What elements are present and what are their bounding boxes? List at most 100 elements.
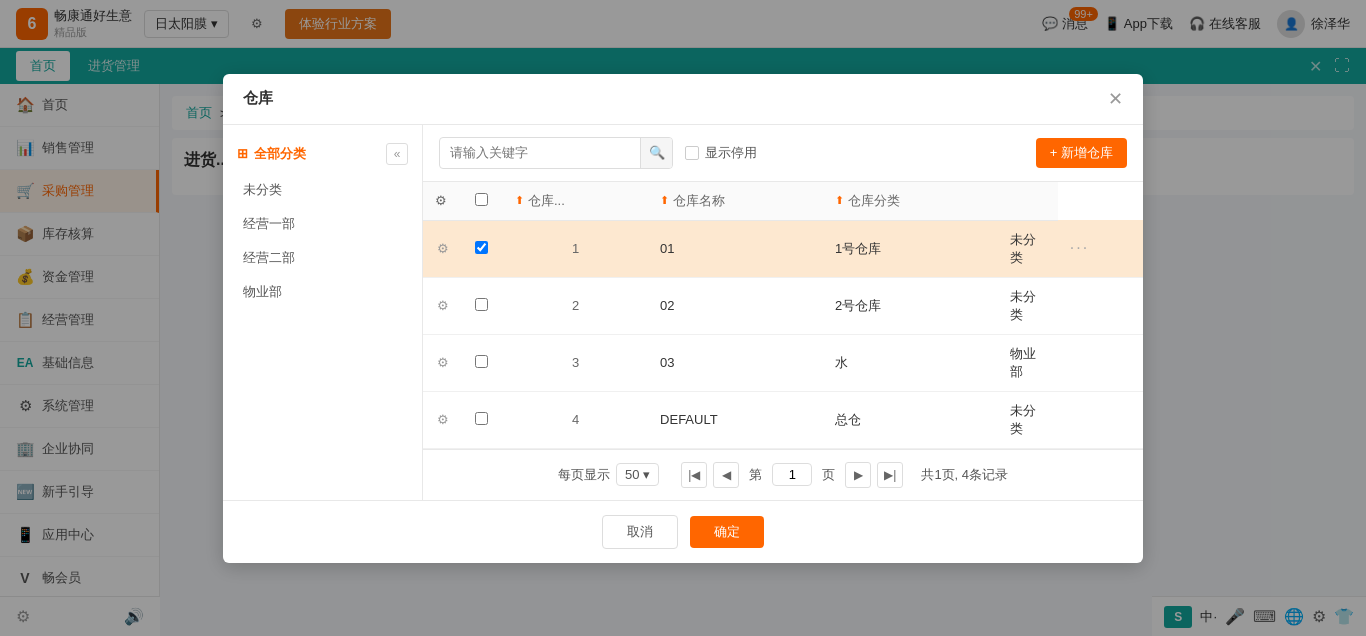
row-code: 02	[648, 277, 823, 334]
category-all-item[interactable]: ⊞ 全部分类	[237, 145, 306, 163]
confirm-button[interactable]: 确定	[690, 516, 764, 548]
modal-body: ⊞ 全部分类 « 未分类 经营一部 经营二部 物业部 🔍	[223, 125, 1143, 500]
row-category: 物业部	[998, 334, 1058, 391]
modal-footer: 取消 确定	[223, 500, 1143, 563]
row-code: 03	[648, 334, 823, 391]
page-number-input[interactable]	[772, 463, 812, 486]
category-item-ops2[interactable]: 经营二部	[223, 241, 422, 275]
row-category: 未分类	[998, 220, 1058, 277]
search-input[interactable]	[440, 145, 640, 160]
th-code-label: 仓库...	[528, 192, 565, 210]
warehouse-modal: 仓库 ✕ ⊞ 全部分类 « 未分类 经营一部 经营二部 物业部	[223, 74, 1143, 563]
row-code: DEFAULT	[648, 391, 823, 448]
modal-close-button[interactable]: ✕	[1108, 88, 1123, 110]
pagination-bar: 每页显示 50 ▾ |◀ ◀ 第 页 ▶ ▶| 共1页, 4条记录	[423, 449, 1143, 500]
row-name: 总仓	[823, 391, 998, 448]
row-gear-icon: ⚙	[437, 298, 449, 313]
table-row[interactable]: ⚙ 3 03 水 物业部	[423, 334, 1143, 391]
category-item-property[interactable]: 物业部	[223, 275, 422, 309]
th-name: ⬆ 仓库名称	[648, 182, 823, 221]
gear-header-icon: ⚙	[435, 193, 447, 208]
disabled-checkbox[interactable]	[685, 146, 699, 160]
add-warehouse-button[interactable]: + 新增仓库	[1036, 138, 1127, 168]
row-name: 1号仓库	[823, 220, 998, 277]
th-category: ⬆ 仓库分类	[823, 182, 998, 221]
modal-header: 仓库 ✕	[223, 74, 1143, 125]
cancel-button[interactable]: 取消	[602, 515, 678, 549]
table-header-row: ⚙ ⬆ 仓库... ⬆	[423, 182, 1143, 221]
category-item-ops1[interactable]: 经营一部	[223, 207, 422, 241]
warehouse-table-element: ⚙ ⬆ 仓库... ⬆	[423, 182, 1143, 449]
next-page-button[interactable]: ▶	[845, 462, 871, 488]
search-button[interactable]: 🔍	[640, 137, 672, 169]
show-disabled-checkbox[interactable]: 显示停用	[685, 144, 757, 162]
row-checkbox[interactable]	[475, 241, 488, 254]
prev-page-button[interactable]: ◀	[713, 462, 739, 488]
row-checkbox-cell	[463, 391, 503, 448]
row-checkbox-cell	[463, 277, 503, 334]
row-gear-icon: ⚙	[437, 412, 449, 427]
th-name-label: 仓库名称	[673, 192, 725, 210]
row-num: 2	[503, 277, 648, 334]
first-page-button[interactable]: |◀	[681, 462, 707, 488]
category-item-unclassified[interactable]: 未分类	[223, 173, 422, 207]
category-header: ⊞ 全部分类 «	[223, 135, 422, 173]
total-records-info: 共1页, 4条记录	[921, 466, 1008, 484]
th-gear: ⚙	[423, 182, 463, 221]
category-all-label: 全部分类	[254, 145, 306, 163]
row-code: 01	[648, 220, 823, 277]
show-disabled-label: 显示停用	[705, 144, 757, 162]
row-category: 未分类	[998, 391, 1058, 448]
th-category-label: 仓库分类	[848, 192, 900, 210]
row-more: ···	[1058, 220, 1143, 277]
row-more	[1058, 334, 1143, 391]
table-row[interactable]: ⚙ 2 02 2号仓库 未分类	[423, 277, 1143, 334]
toolbar-left: 🔍 显示停用	[439, 137, 757, 169]
per-page-value: 50	[625, 467, 639, 482]
warehouse-content-panel: 🔍 显示停用 + 新增仓库 ⚙	[423, 125, 1143, 500]
per-page-selector: 每页显示 50 ▾	[558, 463, 659, 486]
row-num: 4	[503, 391, 648, 448]
collapse-category-button[interactable]: «	[386, 143, 408, 165]
per-page-label: 每页显示	[558, 466, 610, 484]
sort-icon-name: ⬆	[660, 194, 669, 207]
select-all-checkbox[interactable]	[475, 193, 488, 206]
warehouse-table: ⚙ ⬆ 仓库... ⬆	[423, 182, 1143, 449]
row-checkbox[interactable]	[475, 298, 488, 311]
per-page-select[interactable]: 50 ▾	[616, 463, 659, 486]
row-name: 水	[823, 334, 998, 391]
category-panel: ⊞ 全部分类 « 未分类 经营一部 经营二部 物业部	[223, 125, 423, 500]
modal-title: 仓库	[243, 89, 273, 108]
th-code: ⬆ 仓库...	[503, 182, 648, 221]
row-gear-cell: ⚙	[423, 277, 463, 334]
row-category: 未分类	[998, 277, 1058, 334]
row-checkbox-cell	[463, 220, 503, 277]
th-checkbox	[463, 182, 503, 221]
row-checkbox[interactable]	[475, 355, 488, 368]
per-page-chevron: ▾	[643, 467, 650, 482]
row-gear-icon: ⚙	[437, 241, 449, 256]
table-row[interactable]: ⚙ 4 DEFAULT 总仓 未分类	[423, 391, 1143, 448]
sort-icon: ⬆	[515, 194, 524, 207]
row-more	[1058, 277, 1143, 334]
sort-icon-cat: ⬆	[835, 194, 844, 207]
row-gear-icon: ⚙	[437, 355, 449, 370]
row-gear-cell: ⚙	[423, 220, 463, 277]
row-checkbox-cell	[463, 334, 503, 391]
row-num: 3	[503, 334, 648, 391]
row-checkbox[interactable]	[475, 412, 488, 425]
modal-overlay: 仓库 ✕ ⊞ 全部分类 « 未分类 经营一部 经营二部 物业部	[0, 0, 1366, 636]
table-row[interactable]: ⚙ 1 01 1号仓库 未分类 ···	[423, 220, 1143, 277]
row-num: 1	[503, 220, 648, 277]
row-gear-cell: ⚙	[423, 391, 463, 448]
grid-icon: ⊞	[237, 146, 248, 161]
row-name: 2号仓库	[823, 277, 998, 334]
th-actions	[998, 182, 1058, 221]
last-page-button[interactable]: ▶|	[877, 462, 903, 488]
search-box: 🔍	[439, 137, 673, 169]
row-gear-cell: ⚙	[423, 334, 463, 391]
row-more	[1058, 391, 1143, 448]
page-label: 第	[749, 466, 762, 484]
more-actions-icon[interactable]: ···	[1070, 239, 1089, 256]
warehouse-table-body: ⚙ 1 01 1号仓库 未分类 ··· ⚙	[423, 220, 1143, 448]
